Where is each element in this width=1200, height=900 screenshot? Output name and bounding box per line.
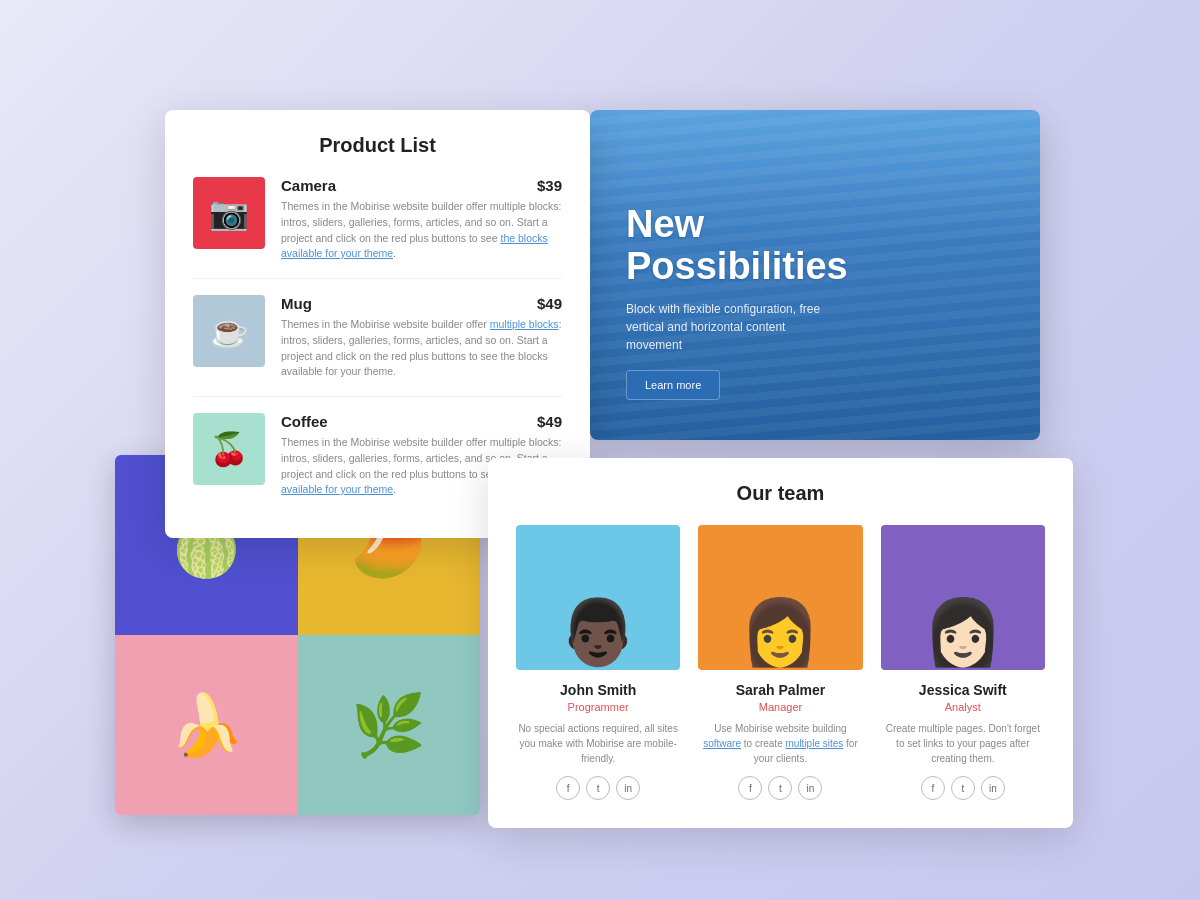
product-price-camera: $39 <box>537 177 562 194</box>
sarah-link[interactable]: software <box>703 738 741 749</box>
product-item-mug: Mug $49 Themes in the Mobirise website b… <box>193 295 562 397</box>
member-social-sarah: f t in <box>698 776 862 800</box>
grid-cell-leaf: 🌿 <box>298 635 481 815</box>
team-members-list: 👨🏿 John Smith Programmer No special acti… <box>516 525 1045 800</box>
product-info-camera: Camera $39 Themes in the Mobirise websit… <box>281 177 562 262</box>
member-avatar-jessica: 👩🏻 <box>923 595 1003 670</box>
member-role-jessica: Analyst <box>881 701 1045 713</box>
member-avatar-sarah: 👩 <box>740 595 820 670</box>
product-header-mug: Mug $49 <box>281 295 562 312</box>
product-info-mug: Mug $49 Themes in the Mobirise website b… <box>281 295 562 380</box>
hero-subtitle: Block with flexible configuration, free … <box>626 300 826 354</box>
product-header-coffee: Coffee $49 <box>281 413 562 430</box>
member-social-john: f t in <box>516 776 680 800</box>
product-header-camera: Camera $39 <box>281 177 562 194</box>
member-desc-jessica: Create multiple pages. Don't forget to s… <box>881 721 1045 766</box>
product-image-camera <box>193 177 265 249</box>
member-photo-jessica: 👩🏻 <box>881 525 1045 670</box>
product-image-mug <box>193 295 265 367</box>
product-item-camera: Camera $39 Themes in the Mobirise websit… <box>193 177 562 279</box>
product-desc-mug: Themes in the Mobirise website builder o… <box>281 317 562 380</box>
sarah-twitter-icon[interactable]: t <box>768 776 792 800</box>
john-facebook-icon[interactable]: f <box>556 776 580 800</box>
hero-content: New Possibilities Block with flexible co… <box>626 204 848 400</box>
sarah-link2[interactable]: multiple sites <box>785 738 843 749</box>
hero-title-line1: New <box>626 203 704 245</box>
member-name-john: John Smith <box>516 682 680 698</box>
member-photo-sarah: 👩 <box>698 525 862 670</box>
member-role-john: Programmer <box>516 701 680 713</box>
product-price-mug: $49 <box>537 295 562 312</box>
product-desc-camera: Themes in the Mobirise website builder o… <box>281 199 562 262</box>
team-member-jessica: 👩🏻 Jessica Swift Analyst Create multiple… <box>881 525 1045 800</box>
member-desc-sarah: Use Mobirise website building software t… <box>698 721 862 766</box>
sarah-facebook-icon[interactable]: f <box>738 776 762 800</box>
product-image-coffee <box>193 413 265 485</box>
john-twitter-icon[interactable]: t <box>586 776 610 800</box>
hero-title-line2: Possibilities <box>626 245 848 287</box>
member-social-jessica: f t in <box>881 776 1045 800</box>
hero-learn-more-button[interactable]: Learn more <box>626 370 720 400</box>
member-name-sarah: Sarah Palmer <box>698 682 862 698</box>
member-role-sarah: Manager <box>698 701 862 713</box>
hero-title: New Possibilities <box>626 204 848 288</box>
john-instagram-icon[interactable]: in <box>616 776 640 800</box>
product-name-coffee: Coffee <box>281 413 328 430</box>
hero-background: New Possibilities Block with flexible co… <box>590 110 1040 440</box>
team-member-john: 👨🏿 John Smith Programmer No special acti… <box>516 525 680 800</box>
product-link-mug[interactable]: multiple blocks <box>490 318 559 330</box>
sarah-instagram-icon[interactable]: in <box>798 776 822 800</box>
product-price-coffee: $49 <box>537 413 562 430</box>
product-name-camera: Camera <box>281 177 336 194</box>
jessica-instagram-icon[interactable]: in <box>981 776 1005 800</box>
product-list-title: Product List <box>193 134 562 157</box>
team-card: Our team 👨🏿 John Smith Programmer No spe… <box>488 458 1073 828</box>
leaf-icon: 🌿 <box>351 690 426 761</box>
jessica-twitter-icon[interactable]: t <box>951 776 975 800</box>
member-photo-john: 👨🏿 <box>516 525 680 670</box>
product-link-camera[interactable]: the blocks available for your theme <box>281 232 548 260</box>
product-name-mug: Mug <box>281 295 312 312</box>
jessica-facebook-icon[interactable]: f <box>921 776 945 800</box>
hero-card: New Possibilities Block with flexible co… <box>590 110 1040 440</box>
team-member-sarah: 👩 Sarah Palmer Manager Use Mobirise webs… <box>698 525 862 800</box>
banana-icon: 🍌 <box>169 690 244 761</box>
team-title: Our team <box>516 482 1045 505</box>
member-avatar-john: 👨🏿 <box>558 595 638 670</box>
grid-cell-banana: 🍌 <box>115 635 298 815</box>
member-desc-john: No special actions required, all sites y… <box>516 721 680 766</box>
member-name-jessica: Jessica Swift <box>881 682 1045 698</box>
